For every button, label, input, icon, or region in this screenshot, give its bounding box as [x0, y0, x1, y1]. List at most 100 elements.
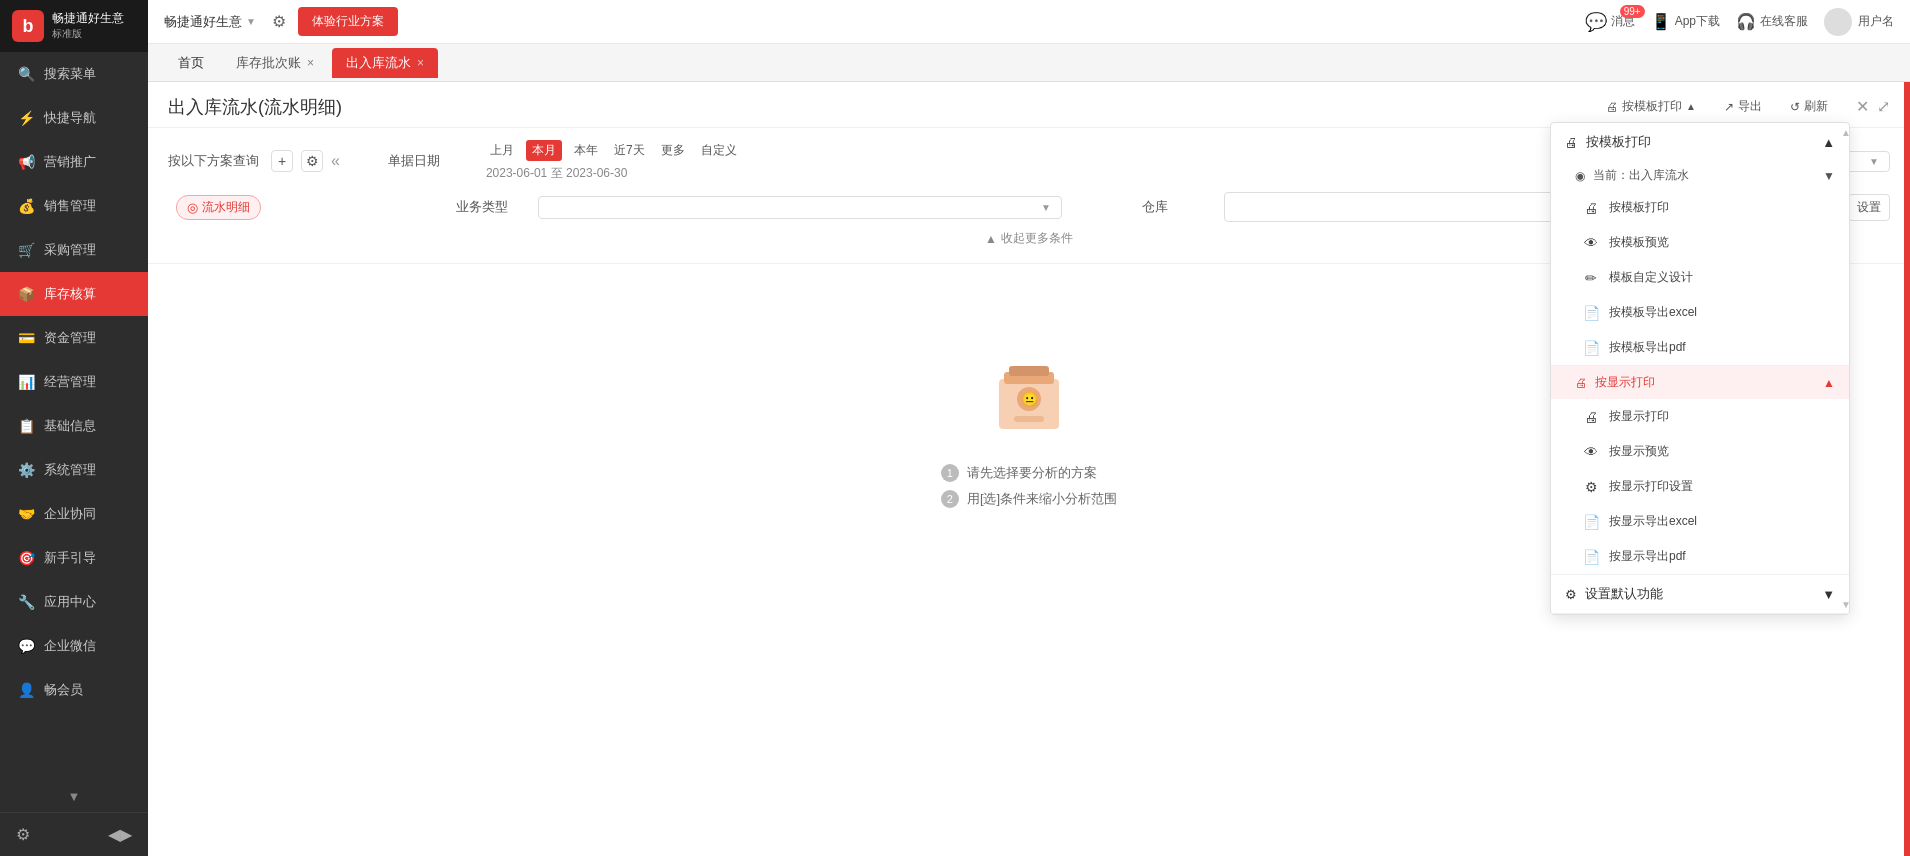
filter-tag-item[interactable]: ◎ 流水明细 — [176, 195, 261, 220]
resize-handle[interactable] — [1904, 82, 1910, 856]
export-button[interactable]: ↗ 导出 — [1716, 94, 1770, 119]
sidebar-item-企业协同[interactable]: 🤝 企业协同 — [0, 492, 148, 536]
online-service-button[interactable]: 🎧 在线客服 — [1736, 12, 1808, 31]
phone-icon: 📱 — [1651, 12, 1671, 31]
template-design-item[interactable]: ✏ 模板自定义设计 — [1551, 260, 1849, 295]
filter-settings-button[interactable]: ⚙ — [301, 150, 323, 172]
user-menu[interactable]: 用户名 — [1824, 8, 1894, 36]
sidebar-item-搜索菜单[interactable]: 🔍 搜索菜单 — [0, 52, 148, 96]
filter-scheme-label: 按以下方案查询 — [168, 152, 259, 170]
maximize-button[interactable]: ⤢ — [1877, 97, 1890, 116]
nav-icon: 👤 — [16, 680, 36, 700]
sidebar-logo: b 畅捷通好生意 标准版 — [0, 0, 148, 52]
filter-tag-icon: ◎ — [187, 200, 198, 215]
filter-actions: + ⚙ « — [271, 150, 340, 172]
sidebar-item-采购管理[interactable]: 🛒 采购管理 — [0, 228, 148, 272]
nav-label: 经营管理 — [44, 373, 96, 391]
current-icon: ◉ — [1575, 169, 1585, 183]
nav-label: 企业协同 — [44, 505, 96, 523]
filter-tag-label: 流水明细 — [202, 199, 250, 216]
excel-icon: 📄 — [1583, 305, 1599, 321]
scroll-down-icon[interactable]: ▼ — [1841, 599, 1851, 610]
company-name: 畅捷通好生意 — [164, 13, 242, 31]
refresh-button[interactable]: ↺ 刷新 — [1782, 94, 1836, 119]
sidebar-item-快捷导航[interactable]: ⚡ 快捷导航 — [0, 96, 148, 140]
business-filter-label: 业务类型 — [456, 198, 526, 216]
collapse-filter-button[interactable]: « — [331, 152, 340, 170]
print-template-button[interactable]: 🖨 按模板打印 ▲ — [1598, 94, 1704, 119]
date-tab-本年[interactable]: 本年 — [570, 140, 602, 161]
tab-出入库流水[interactable]: 出入库流水× — [332, 48, 438, 78]
nav-icon: ⚙️ — [16, 460, 36, 480]
sidebar-scroll-down[interactable]: ▼ — [0, 781, 148, 812]
display-export-pdf-label: 按显示导出pdf — [1609, 548, 1686, 565]
nav-label: 基础信息 — [44, 417, 96, 435]
template-export-pdf-item[interactable]: 📄 按模板导出pdf — [1551, 330, 1849, 365]
business-filter-input[interactable]: ▼ — [538, 196, 1062, 219]
sidebar-item-畅会员[interactable]: 👤 畅会员 — [0, 668, 148, 712]
template-export-excel-item[interactable]: 📄 按模板导出excel — [1551, 295, 1849, 330]
nav-icon: 🔧 — [16, 592, 36, 612]
tab-首页[interactable]: 首页 — [164, 48, 218, 78]
print-icon: 🖨 — [1606, 100, 1618, 114]
sidebar-item-基础信息[interactable]: 📋 基础信息 — [0, 404, 148, 448]
logo-icon: b — [12, 10, 44, 42]
sidebar-item-系统管理[interactable]: ⚙️ 系统管理 — [0, 448, 148, 492]
display-print-settings-item[interactable]: ⚙ 按显示打印设置 — [1551, 469, 1849, 504]
nav-label: 应用中心 — [44, 593, 96, 611]
display-print-header[interactable]: 🖨 按显示打印 ▲ — [1551, 366, 1849, 399]
app-subtitle: 标准版 — [52, 27, 124, 41]
collapse-sidebar-icon[interactable]: ◀▶ — [108, 825, 132, 844]
sidebar-item-营销推广[interactable]: 📢 营销推广 — [0, 140, 148, 184]
close-button[interactable]: ✕ — [1856, 97, 1869, 116]
refresh-label: 刷新 — [1804, 98, 1828, 115]
topbar-left: 畅捷通好生意 ▼ ⚙ 体验行业方案 — [164, 7, 1585, 36]
company-selector[interactable]: 畅捷通好生意 ▼ — [164, 13, 256, 31]
template-print-item[interactable]: 🖨 按模板打印 — [1551, 190, 1849, 225]
chevron-up-icon: ▲ — [1823, 376, 1835, 390]
warehouse-filter-label: 仓库 — [1142, 198, 1212, 216]
business-dropdown-arrow[interactable]: ▼ — [1041, 202, 1051, 213]
current-template-sub[interactable]: ◉ 当前：出入库流水 ▼ — [1551, 161, 1849, 190]
nav-label: 畅会员 — [44, 681, 83, 699]
design-icon: ✏ — [1583, 270, 1599, 286]
display-preview-item[interactable]: 👁 按显示预览 — [1551, 434, 1849, 469]
date-tabs: 上月本月本年近7天更多自定义 — [486, 140, 741, 161]
date-tab-本月[interactable]: 本月 — [526, 140, 562, 161]
template-print-header[interactable]: 🖨 按模板打印 ▲ — [1551, 123, 1849, 161]
empty-steps-list: 1 请先选择要分析的方案 2 用[选]条件来缩小分析范围 — [941, 464, 1117, 508]
sidebar-item-应用中心[interactable]: 🔧 应用中心 — [0, 580, 148, 624]
default-settings-header[interactable]: ⚙ 设置默认功能 ▼ — [1551, 575, 1849, 613]
sidebar-item-新手引导[interactable]: 🎯 新手引导 — [0, 536, 148, 580]
date-tab-更多[interactable]: 更多 — [657, 140, 689, 161]
settings-button[interactable]: 设置 — [1848, 194, 1890, 221]
settings-icon[interactable]: ⚙ — [272, 12, 286, 31]
display-export-excel-item[interactable]: 📄 按显示导出excel — [1551, 504, 1849, 539]
sidebar-item-库存核算[interactable]: 📦 库存核算 — [0, 272, 148, 316]
template-preview-item[interactable]: 👁 按模板预览 — [1551, 225, 1849, 260]
sidebar-item-企业微信[interactable]: 💬 企业微信 — [0, 624, 148, 668]
scroll-up-icon[interactable]: ▲ — [1841, 127, 1851, 138]
page-title: 出入库流水(流水明细) — [168, 95, 342, 119]
date-tab-自定义[interactable]: 自定义 — [697, 140, 741, 161]
sidebar-item-经营管理[interactable]: 📊 经营管理 — [0, 360, 148, 404]
tab-close-button[interactable]: × — [417, 56, 424, 70]
message-button[interactable]: 💬 消息 99+ — [1585, 11, 1635, 33]
print-template-label: 按模板打印 — [1622, 98, 1682, 115]
tab-close-button[interactable]: × — [307, 56, 314, 70]
service-label: 在线客服 — [1760, 13, 1808, 30]
app-download-button[interactable]: 📱 App下载 — [1651, 12, 1720, 31]
tab-库存批次账[interactable]: 库存批次账× — [222, 48, 328, 78]
print-icon: 🖨 — [1583, 200, 1599, 216]
sidebar-item-销售管理[interactable]: 💰 销售管理 — [0, 184, 148, 228]
date-tab-近7天[interactable]: 近7天 — [610, 140, 649, 161]
display-print-item[interactable]: 🖨 按显示打印 — [1551, 399, 1849, 434]
tabbar: 首页库存批次账×出入库流水× — [148, 44, 1910, 82]
sidebar: b 畅捷通好生意 标准版 🔍 搜索菜单 ⚡ 快捷导航 📢 营销推广 💰 销售管理… — [0, 0, 148, 856]
trial-button[interactable]: 体验行业方案 — [298, 7, 398, 36]
display-export-pdf-item[interactable]: 📄 按显示导出pdf — [1551, 539, 1849, 574]
date-tab-上月[interactable]: 上月 — [486, 140, 518, 161]
settings-icon[interactable]: ⚙ — [16, 825, 30, 844]
add-filter-button[interactable]: + — [271, 150, 293, 172]
sidebar-item-资金管理[interactable]: 💳 资金管理 — [0, 316, 148, 360]
